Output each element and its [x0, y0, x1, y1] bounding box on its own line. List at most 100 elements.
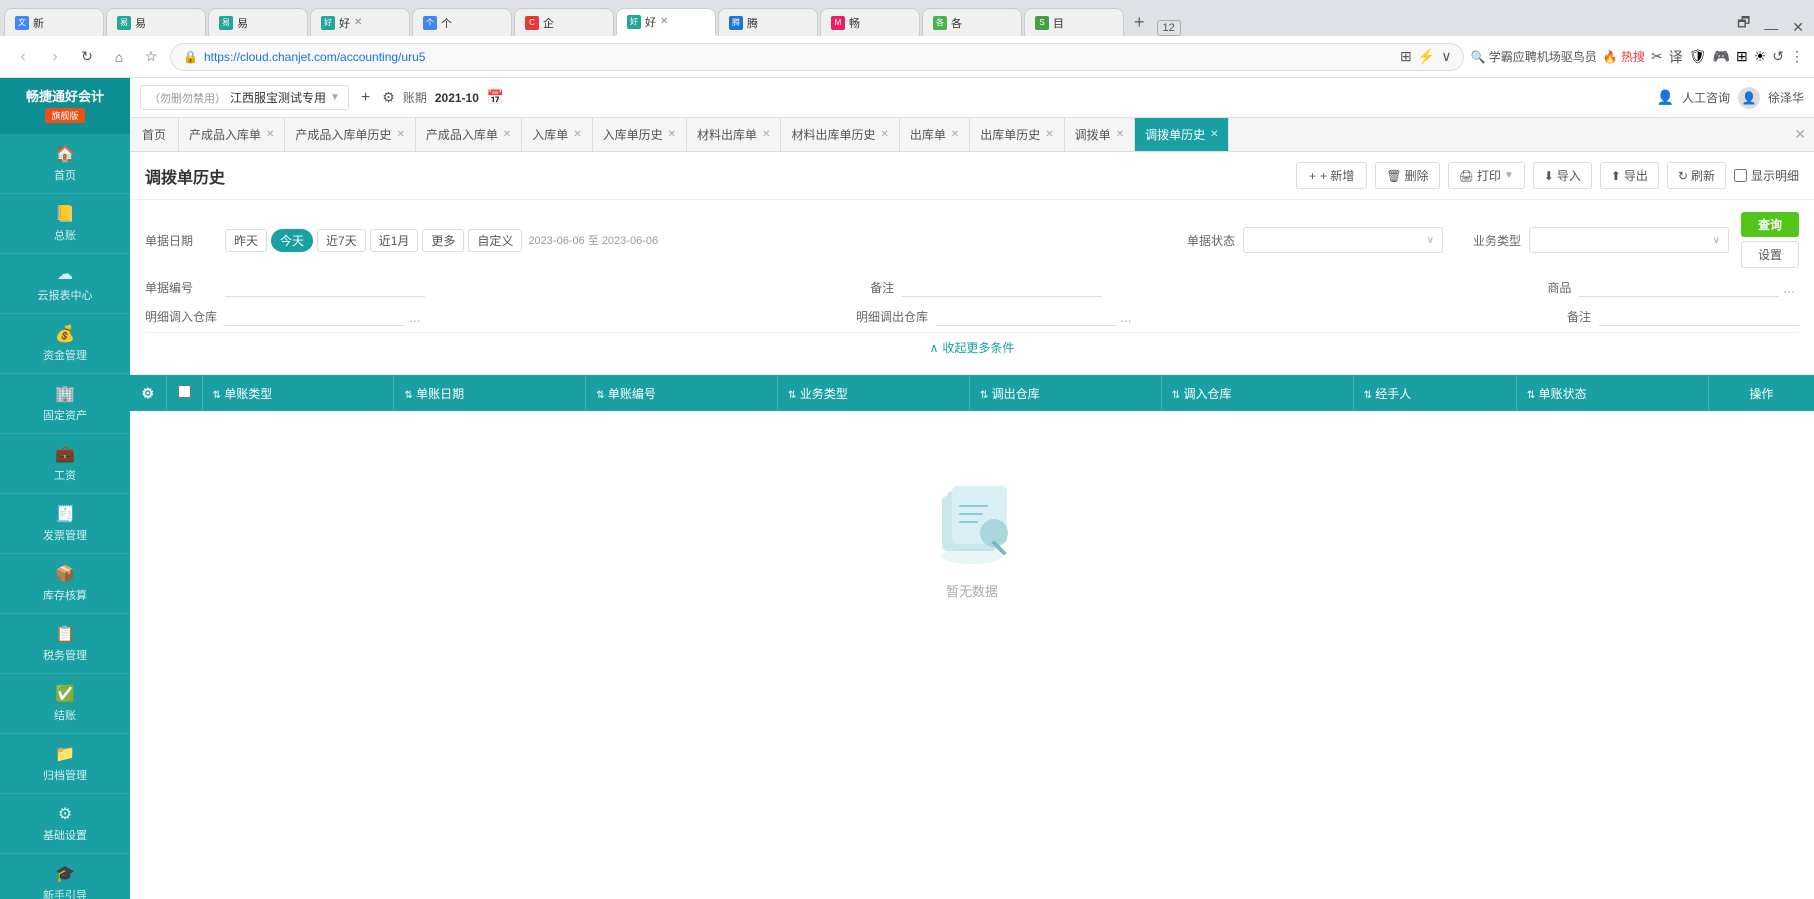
forward-btn[interactable]: › [42, 44, 68, 70]
nav-tab-4[interactable]: 入库单 ✕ [522, 118, 592, 152]
nav-tab-3[interactable]: 产成品入库单 ✕ [416, 118, 522, 152]
add-company-btn[interactable]: + [357, 89, 374, 107]
user-service-btn[interactable]: 人工咨询 [1682, 89, 1730, 106]
nav-tab-4-close[interactable]: ✕ [573, 129, 581, 140]
nav-tab-2[interactable]: 产成品入库单历史 ✕ [285, 118, 415, 152]
extension4-icon[interactable]: ☀ [1754, 48, 1767, 65]
handler-header[interactable]: ⇅ 经手人 [1353, 375, 1516, 411]
print-dropdown-icon[interactable]: ▼ [1504, 170, 1514, 181]
browser-expand-icon[interactable]: ∨ [1441, 48, 1451, 65]
nav-tab-11-active[interactable]: 调拨单历史 ✕ [1135, 118, 1229, 152]
tab-11[interactable]: S 目 [1024, 8, 1124, 36]
close-btn[interactable]: ✕ [1786, 19, 1810, 36]
goods-dots-btn[interactable]: ... [1779, 280, 1799, 296]
tab-10[interactable]: 各 各 [922, 8, 1022, 36]
sidebar-item-ledger[interactable]: 📒 总账 [0, 194, 130, 254]
nav-tab-2-close[interactable]: ✕ [396, 129, 404, 140]
gear-icon[interactable]: ⚙ [382, 89, 395, 106]
tab-4[interactable]: 好 好 ✕ [310, 8, 410, 36]
refresh-browser-btn[interactable]: ↻ [74, 44, 100, 70]
doc-no-input[interactable] [225, 278, 425, 297]
nav-tab-6-close[interactable]: ✕ [762, 129, 770, 140]
collapse-bar[interactable]: ∧ 收起更多条件 [145, 332, 1799, 362]
delete-btn[interactable]: 🗑 删除 [1375, 162, 1439, 189]
tab-8[interactable]: 腾 腾 [718, 8, 818, 36]
extension3-icon[interactable]: ⊞ [1736, 48, 1748, 65]
print-btn[interactable]: 🖨 打印 ▼ [1448, 162, 1525, 189]
remark-input[interactable] [902, 278, 1102, 297]
sidebar-item-home[interactable]: 🏠 首页 [0, 134, 130, 194]
tab-7[interactable]: 好 好 ✕ [616, 8, 716, 36]
nav-tab-9[interactable]: 出库单历史 ✕ [970, 118, 1064, 152]
checkbox-column-header[interactable] [166, 375, 202, 411]
to-warehouse-input[interactable] [936, 307, 1116, 326]
display-columns-checkbox[interactable] [1734, 169, 1747, 182]
refresh-btn[interactable]: ↻ 刷新 [1667, 162, 1726, 189]
extension1-icon[interactable]: 🛡 [1689, 48, 1707, 65]
month-btn[interactable]: 近1月 [370, 229, 419, 252]
new-btn[interactable]: + + 新增 [1296, 162, 1367, 189]
nav-tab-5-close[interactable]: ✕ [668, 129, 676, 140]
query-btn[interactable]: 查询 [1741, 212, 1799, 237]
sidebar-item-payroll[interactable]: 💼 工资 [0, 434, 130, 494]
calendar-icon[interactable]: 📅 [487, 89, 504, 106]
nav-tab-8-close[interactable]: ✕ [951, 129, 959, 140]
custom-date-btn[interactable]: 自定义 [468, 229, 522, 252]
status-filter-select[interactable]: ∨ [1243, 227, 1443, 253]
nav-tab-10[interactable]: 调拨单 ✕ [1065, 118, 1135, 152]
more-icon[interactable]: ⋮ [1790, 48, 1804, 65]
column-settings-icon[interactable]: ⚙ [141, 385, 154, 401]
goods-input[interactable] [1579, 278, 1779, 297]
home-btn[interactable]: ⌂ [106, 44, 132, 70]
more-date-btn[interactable]: 更多 [422, 229, 464, 252]
nav-tab-5[interactable]: 入库单历史 ✕ [593, 118, 687, 152]
from-warehouse-input[interactable] [225, 307, 405, 326]
doc-type-header[interactable]: ⇅ 单账类型 [202, 375, 394, 411]
browser-grid-icon[interactable]: ⊞ [1400, 48, 1412, 65]
sidebar-item-guide[interactable]: 🎓 新手引导 [0, 854, 130, 899]
from-warehouse-dots[interactable]: ... [405, 309, 425, 325]
settings-column-header[interactable]: ⚙ [130, 375, 166, 411]
company-selector[interactable]: （勿删勿禁用） 江西服宝测试专用 ▼ [140, 85, 349, 110]
select-all-checkbox[interactable] [178, 385, 191, 398]
address-bar[interactable]: 🔒 https://cloud.chanjet.com/accounting/u… [170, 43, 1464, 71]
tab-6[interactable]: C 企 [514, 8, 614, 36]
display-columns-toggle[interactable]: 显示明细 [1734, 167, 1799, 184]
nav-tab-1[interactable]: 产成品入库单 ✕ [179, 118, 285, 152]
nav-tab-3-close[interactable]: ✕ [503, 129, 511, 140]
close-all-tabs-btn[interactable]: ✕ [1786, 126, 1814, 143]
today-btn[interactable]: 今天 [271, 229, 313, 252]
user-name[interactable]: 徐泽华 [1768, 89, 1804, 106]
browser-lightning-icon[interactable]: ⚡ [1418, 48, 1435, 65]
sidebar-item-funds[interactable]: 💰 资金管理 [0, 314, 130, 374]
bak-input[interactable] [1599, 307, 1799, 326]
undo-icon[interactable]: ↺ [1772, 48, 1784, 65]
from-wh-header[interactable]: ⇅ 调出仓库 [969, 375, 1161, 411]
sidebar-item-close-accounts[interactable]: ✅ 结账 [0, 674, 130, 734]
sidebar-item-settings[interactable]: ⚙ 基础设置 [0, 794, 130, 854]
tab-9[interactable]: M 畅 [820, 8, 920, 36]
nav-tab-11-close[interactable]: ✕ [1210, 129, 1218, 140]
week-btn[interactable]: 近7天 [317, 229, 366, 252]
tab7-close[interactable]: ✕ [660, 16, 668, 27]
tab-3[interactable]: 易 易 [208, 8, 308, 36]
doc-status-header[interactable]: ⇅ 单账状态 [1516, 375, 1708, 411]
nav-tab-7-close[interactable]: ✕ [880, 129, 888, 140]
nav-tab-6[interactable]: 材料出库单 ✕ [687, 118, 781, 152]
tab-5[interactable]: 个 个 [412, 8, 512, 36]
tab-1[interactable]: 文 新 [4, 8, 104, 36]
translate-icon[interactable]: 译 [1669, 47, 1683, 67]
yesterday-btn[interactable]: 昨天 [225, 229, 267, 252]
to-warehouse-dots[interactable]: ... [1116, 309, 1136, 325]
bookmark-btn[interactable]: ☆ [138, 44, 164, 70]
sidebar-item-assets[interactable]: 🏢 固定资产 [0, 374, 130, 434]
biz-type-header[interactable]: ⇅ 业务类型 [778, 375, 970, 411]
sidebar-item-archive[interactable]: 📁 归档管理 [0, 734, 130, 794]
nav-tab-home[interactable]: 首页 [130, 118, 179, 152]
settings-btn[interactable]: 设置 [1741, 241, 1799, 268]
nav-tab-1-close[interactable]: ✕ [266, 129, 274, 140]
tab-2[interactable]: 易 易 [106, 8, 206, 36]
sidebar-item-tax[interactable]: 📋 税务管理 [0, 614, 130, 674]
sidebar-item-reports[interactable]: ☁ 云报表中心 [0, 254, 130, 314]
nav-tab-9-close[interactable]: ✕ [1045, 129, 1053, 140]
